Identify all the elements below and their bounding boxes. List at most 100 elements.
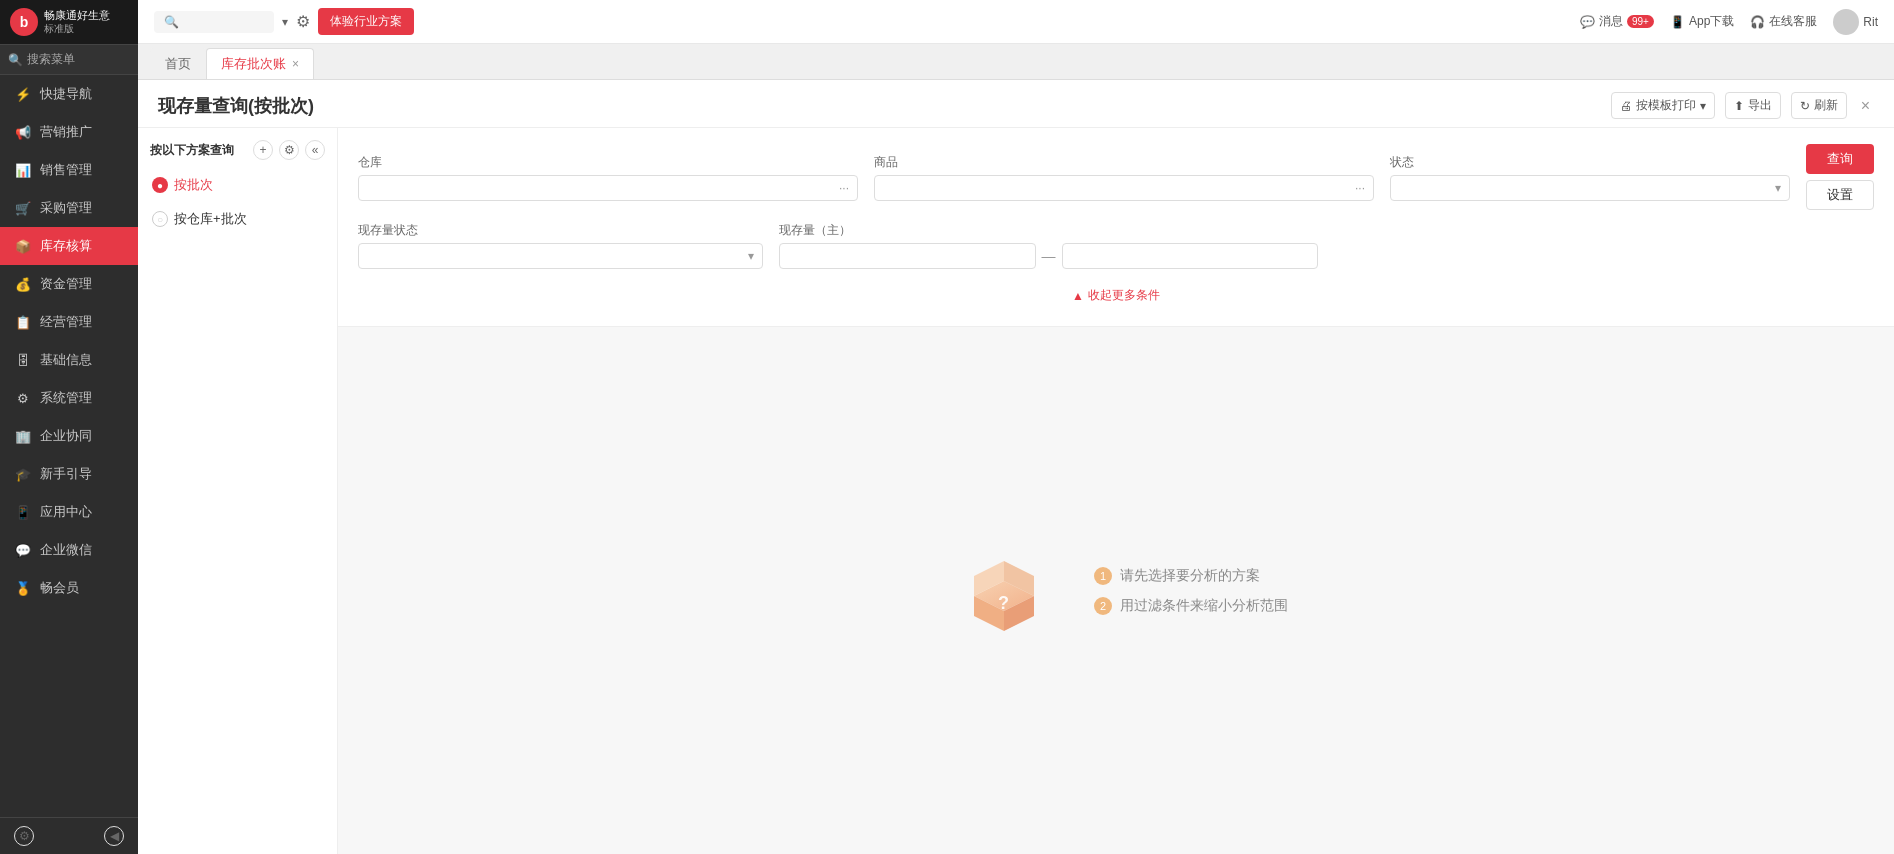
industry-plan-button[interactable]: 体验行业方案 (318, 8, 414, 35)
scheme-settings-button[interactable]: ⚙ (279, 140, 299, 160)
product-text-input[interactable] (883, 181, 1355, 195)
tab-inventory-batch-label: 库存批次账 (221, 55, 286, 73)
download-icon: 📱 (1670, 15, 1685, 29)
sidebar-item-label: 畅会员 (40, 579, 79, 597)
settings-button[interactable]: ⚙ (14, 826, 34, 846)
topbar-settings-icon[interactable]: ⚙ (296, 12, 310, 31)
stock-qty-max-input[interactable] (1062, 243, 1319, 269)
collapse-sidebar-button[interactable]: ◀ (104, 826, 124, 846)
warehouse-more-icon[interactable]: ··· (839, 181, 849, 195)
tab-home[interactable]: 首页 (150, 48, 206, 79)
app-download-button[interactable]: 📱 App下载 (1670, 13, 1734, 30)
query-button[interactable]: 查询 (1806, 144, 1874, 174)
tip-text-2: 用过滤条件来缩小分析范围 (1120, 597, 1288, 615)
finance-icon: 💰 (14, 275, 32, 293)
sidebar-item-label: 企业微信 (40, 541, 92, 559)
sidebar-item-inventory[interactable]: 📦 库存核算 (0, 227, 138, 265)
newbie-icon: 🎓 (14, 465, 32, 483)
filter-row-1: 仓库 ··· 商品 ··· 状态 (358, 144, 1874, 210)
sidebar-item-enterprise[interactable]: 🏢 企业协同 (0, 417, 138, 455)
sidebar-item-basic[interactable]: 🗄 基础信息 (0, 341, 138, 379)
sidebar-item-member[interactable]: 🏅 畅会员 (0, 569, 138, 607)
stock-status-dropdown-icon[interactable]: ▾ (748, 249, 754, 263)
product-more-icon[interactable]: ··· (1355, 181, 1365, 195)
sidebar-item-wechat[interactable]: 💬 企业微信 (0, 531, 138, 569)
stock-qty-field: 现存量（主） — (779, 222, 1319, 269)
sidebar-item-operation[interactable]: 📋 经营管理 (0, 303, 138, 341)
stock-status-input[interactable]: ▾ (358, 243, 763, 269)
left-panel-title: 按以下方案查询 (150, 142, 234, 159)
product-field: 商品 ··· (874, 154, 1374, 201)
print-button[interactable]: 🖨 按模板打印 ▾ (1611, 92, 1715, 119)
stock-status-field: 现存量状态 ▾ (358, 222, 763, 269)
scheme-by-warehouse-batch-label: 按仓库+批次 (174, 210, 247, 228)
topbar-search-bar[interactable]: 🔍 (154, 11, 274, 33)
operation-icon: 📋 (14, 313, 32, 331)
sidebar: b 畅康通好生意 标准版 🔍 搜索菜单 ⚡ 快捷导航 📢 营销推广 📊 销售管理… (0, 0, 138, 854)
sidebar-search[interactable]: 🔍 搜索菜单 (0, 45, 138, 75)
basic-icon: 🗄 (14, 351, 32, 369)
user-avatar-button[interactable]: Rit (1833, 9, 1878, 35)
sidebar-item-label: 库存核算 (40, 237, 92, 255)
sidebar-item-marketing[interactable]: 📢 营销推广 (0, 113, 138, 151)
qty-divider: — (1042, 248, 1056, 264)
status-label: 状态 (1390, 154, 1790, 171)
export-button[interactable]: ⬆ 导出 (1725, 92, 1781, 119)
refresh-button[interactable]: ↻ 刷新 (1791, 92, 1847, 119)
app-download-label: App下载 (1689, 13, 1734, 30)
sidebar-item-system[interactable]: ⚙ 系统管理 (0, 379, 138, 417)
sidebar-item-label: 营销推广 (40, 123, 92, 141)
online-service-button[interactable]: 🎧 在线客服 (1750, 13, 1817, 30)
sidebar-item-quick-nav[interactable]: ⚡ 快捷导航 (0, 75, 138, 113)
sidebar-item-purchase[interactable]: 🛒 采购管理 (0, 189, 138, 227)
tab-home-label: 首页 (165, 55, 191, 73)
filter-action-buttons: 查询 设置 (1806, 144, 1874, 210)
status-dropdown-icon[interactable]: ▾ (1775, 181, 1781, 195)
sidebar-item-newbie[interactable]: 🎓 新手引导 (0, 455, 138, 493)
tip-num-1: 1 (1094, 567, 1112, 585)
stock-qty-min-input[interactable] (779, 243, 1036, 269)
messages-button[interactable]: 💬 消息 99+ (1580, 13, 1654, 30)
settings-button-filter[interactable]: 设置 (1806, 180, 1874, 210)
sidebar-item-sales[interactable]: 📊 销售管理 (0, 151, 138, 189)
scheme-by-batch[interactable]: ● 按批次 (138, 168, 337, 202)
service-icon: 🎧 (1750, 15, 1765, 29)
add-scheme-button[interactable]: + (253, 140, 273, 160)
stock-status-text-input[interactable] (367, 249, 748, 263)
username-label: Rit (1863, 15, 1878, 29)
sidebar-item-label: 新手引导 (40, 465, 92, 483)
stock-qty-min-text-input[interactable] (788, 249, 1027, 263)
collapse-more-button[interactable]: ▲ 收起更多条件 (358, 281, 1874, 310)
sidebar-item-label: 销售管理 (40, 161, 92, 179)
scheme-dot-active: ● (152, 177, 168, 193)
tab-close-icon[interactable]: × (292, 57, 299, 71)
chevron-up-icon: ▲ (1072, 289, 1084, 303)
status-text-input[interactable] (1399, 181, 1775, 195)
online-service-label: 在线客服 (1769, 13, 1817, 30)
scheme-by-warehouse-batch[interactable]: ○ 按仓库+批次 (138, 202, 337, 236)
app-edition: 标准版 (44, 22, 110, 36)
warehouse-field: 仓库 ··· (358, 154, 858, 201)
tab-inventory-batch[interactable]: 库存批次账 × (206, 48, 314, 79)
system-icon: ⚙ (14, 389, 32, 407)
status-input[interactable]: ▾ (1390, 175, 1790, 201)
sidebar-item-appcenter[interactable]: 📱 应用中心 (0, 493, 138, 531)
collapse-more-label: 收起更多条件 (1088, 287, 1160, 304)
company-info: 畅康通好生意 标准版 (44, 8, 110, 36)
refresh-icon: ↻ (1800, 99, 1810, 113)
stock-status-label: 现存量状态 (358, 222, 763, 239)
warehouse-text-input[interactable] (367, 181, 839, 195)
topbar-dropdown-icon[interactable]: ▾ (282, 15, 288, 29)
export-icon: ⬆ (1734, 99, 1744, 113)
collapse-panel-button[interactable]: « (305, 140, 325, 160)
product-input[interactable]: ··· (874, 175, 1374, 201)
messages-icon: 💬 (1580, 15, 1595, 29)
sidebar-item-label: 采购管理 (40, 199, 92, 217)
warehouse-input[interactable]: ··· (358, 175, 858, 201)
stock-qty-max-text-input[interactable] (1071, 249, 1310, 263)
left-panel-actions: + ⚙ « (253, 140, 325, 160)
topbar-right: 💬 消息 99+ 📱 App下载 🎧 在线客服 Rit (1580, 9, 1878, 35)
page-close-button[interactable]: × (1857, 93, 1874, 119)
topbar: 🔍 ▾ ⚙ 体验行业方案 💬 消息 99+ 📱 App下载 🎧 在线客服 (138, 0, 1894, 44)
sidebar-item-finance[interactable]: 💰 资金管理 (0, 265, 138, 303)
